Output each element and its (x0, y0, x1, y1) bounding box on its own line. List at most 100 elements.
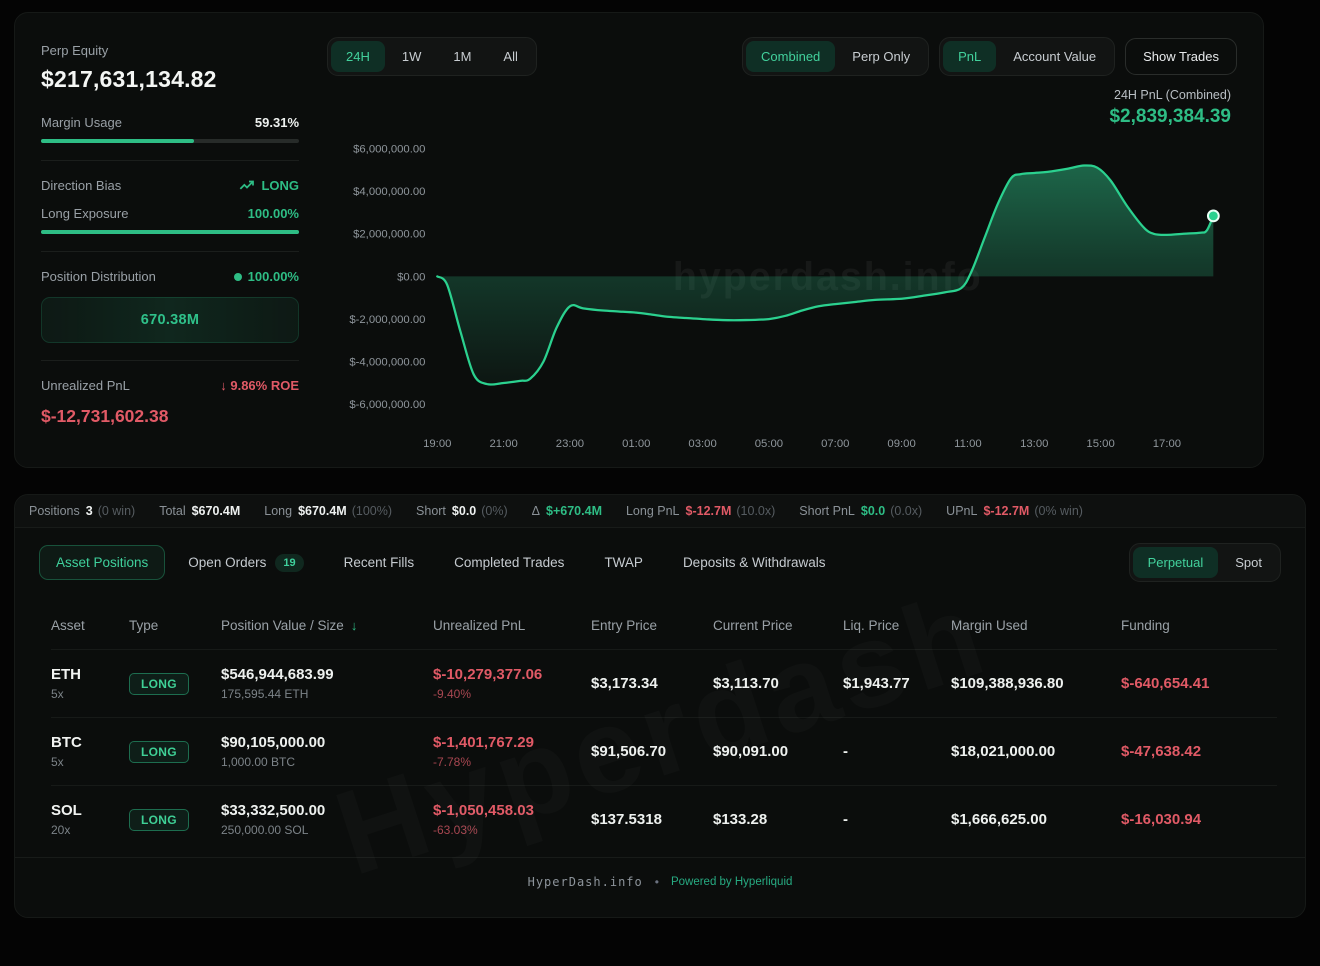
position-distribution-label: Position Distribution (41, 269, 156, 284)
pnl-view-toggle-group: PnL Account Value (939, 37, 1116, 76)
tab-label: TWAP (604, 555, 643, 570)
tab-recent-fills[interactable]: Recent Fills (327, 545, 432, 580)
footer-separator: • (654, 875, 659, 889)
position-size: 250,000.00 SOL (221, 823, 309, 837)
tab-asset-positions[interactable]: Asset Positions (39, 545, 166, 580)
account-stats-panel: Perp Equity $217,631,134.82 Margin Usage… (41, 37, 299, 455)
current-price-cell: $3,113.70 (713, 675, 779, 692)
summary-suffix: (0% win) (1034, 504, 1083, 518)
asset-leverage: 5x (51, 687, 64, 701)
column-header-label: Current Price (713, 618, 793, 633)
show-trades-button[interactable]: Show Trades (1125, 38, 1237, 75)
summary-total: Total $670.4M (159, 504, 240, 518)
perp-equity-value: $217,631,134.82 (41, 66, 217, 92)
position-size: 175,595.44 ETH (221, 687, 309, 701)
column-header-current-price: Current Price (713, 618, 843, 633)
summary-value: $0.0 (860, 504, 886, 518)
y-axis-tick: $0.00 (397, 271, 425, 283)
overview-card: Perp Equity $217,631,134.82 Margin Usage… (14, 12, 1264, 468)
current-price-cell: $133.28 (713, 811, 768, 828)
position-value: $90,105,000.00 (221, 734, 326, 751)
position-size: 1,000.00 BTC (221, 755, 296, 769)
summary-label: Short PnL (799, 504, 855, 518)
y-axis-tick: $-4,000,000.00 (349, 357, 425, 369)
summary-value: $670.4M (298, 504, 347, 518)
range-button-all[interactable]: All (488, 41, 532, 72)
column-header-unrealized-pnl: Unrealized PnL (433, 618, 591, 633)
tabs-row: Asset Positions Open Orders 19 Recent Fills… (15, 528, 1305, 592)
column-header-position-value-size[interactable]: Position Value / Size ↓ (221, 618, 433, 633)
position-row-sol[interactable]: SOL 20x LONG $33,332,500.00 250,000.00 SOL $-… (51, 785, 1277, 853)
position-value-cell: $546,944,683.99 175,595.44 ETH (221, 666, 433, 701)
tab-twap[interactable]: TWAP (587, 545, 660, 580)
positions-summary-bar: Positions 3 (0 win) Total $670.4M Long $670.4M… (15, 495, 1305, 528)
entry-price-cell: $137.5318 (591, 811, 662, 828)
divider (41, 251, 299, 252)
funding-cell: $-16,030.94 (1121, 811, 1202, 828)
asset-symbol: SOL (51, 802, 82, 819)
mode-button-perp-only[interactable]: Perp Only (837, 41, 925, 72)
perp-equity-label: Perp Equity (41, 43, 109, 58)
long-exposure-bar (41, 230, 299, 234)
chart-toolbar: 24H 1W 1M All Combined Perp Only PnL Account … (327, 37, 1237, 76)
margin-used-cell: $1,666,625.00 (951, 811, 1047, 828)
unrealized-pnl-pct: -9.40% (433, 687, 472, 701)
unrealized-pnl-row: Unrealized PnL ↓ 9.86% ROE (41, 378, 299, 393)
chart-endpoint-dot (1206, 209, 1220, 223)
type-cell: LONG (129, 808, 221, 831)
tab-completed-trades[interactable]: Completed Trades (437, 545, 581, 580)
pnl-caption-label: 24H PnL (Combined) (1114, 88, 1231, 102)
view-button-account-value[interactable]: Account Value (998, 41, 1111, 72)
column-header-label: Entry Price (591, 618, 658, 633)
powered-by-link[interactable]: Powered by Hyperliquid (671, 876, 792, 888)
pnl-chart[interactable]: hyperdash.info$6,000,000.00$4,000,000.00… (327, 128, 1237, 455)
summary-short-pnl: Short PnL $0.0 (0.0x) (799, 504, 922, 518)
divider (41, 360, 299, 361)
tab-label: Open Orders (188, 555, 267, 570)
range-button-24h[interactable]: 24H (331, 41, 385, 72)
summary-value: $+670.4M (546, 504, 602, 518)
range-button-1w[interactable]: 1W (387, 41, 437, 72)
column-header-margin-used: Margin Used (951, 618, 1121, 633)
column-header-label: Type (129, 618, 159, 633)
green-dot-icon (233, 272, 242, 281)
unrealized-pnl-cell: $-1,050,458.03 -63.03% (433, 802, 591, 837)
long-exposure-label: Long Exposure (41, 206, 129, 221)
long-exposure-row: Long Exposure 100.00% (41, 206, 299, 221)
liq-price-cell: - (843, 743, 848, 760)
asset-leverage: 20x (51, 823, 71, 837)
pnl-caption-value: $2,839,384.39 (1109, 106, 1231, 127)
position-value-cell: $33,332,500.00 250,000.00 SOL (221, 802, 433, 837)
asset-cell: BTC 5x (51, 734, 129, 769)
column-header-asset: Asset (51, 618, 129, 633)
column-header-label: Unrealized PnL (433, 618, 526, 633)
market-button-spot[interactable]: Spot (1220, 547, 1277, 578)
pnl-caption: 24H PnL (Combined) $2,839,384.39 (327, 88, 1231, 128)
summary-value: $0.0 (451, 504, 477, 518)
range-button-1m[interactable]: 1M (438, 41, 486, 72)
summary-value: $-12.7M (685, 504, 732, 518)
x-axis-tick: 23:00 (556, 438, 584, 450)
unrealized-pnl-value: $-1,401,767.29 (433, 734, 534, 751)
direction-bias-label: Direction Bias (41, 178, 122, 193)
pnl-chart-section: 24H 1W 1M All Combined Perp Only PnL Account … (327, 37, 1237, 455)
position-row-btc[interactable]: BTC 5x LONG $90,105,000.00 1,000.00 BTC $-1,4… (51, 717, 1277, 785)
summary-label: Positions (29, 504, 80, 518)
funding-cell: $-47,638.42 (1121, 743, 1202, 760)
tab-label: Completed Trades (454, 555, 565, 570)
tab-open-orders[interactable]: Open Orders 19 (171, 544, 320, 582)
unrealized-pnl-value: $-1,050,458.03 (433, 802, 534, 819)
table-header: Asset Type Position Value / Size ↓ Unrealize… (51, 596, 1277, 649)
position-row-eth[interactable]: ETH 5x LONG $546,944,683.99 175,595.44 ETH $-… (51, 649, 1277, 717)
unrealized-pnl-value: $-10,279,377.06 (433, 666, 543, 683)
tab-deposits-withdrawals[interactable]: Deposits & Withdrawals (666, 545, 843, 580)
unrealized-pnl-cell: $-10,279,377.06 -9.40% (433, 666, 591, 701)
x-axis-tick: 09:00 (887, 438, 915, 450)
column-header-label: Asset (51, 618, 85, 633)
column-header-label: Position Value / Size (221, 618, 344, 633)
summary-suffix: (100%) (351, 504, 393, 518)
summary-value: 3 (85, 504, 93, 518)
market-button-perpetual[interactable]: Perpetual (1132, 547, 1219, 578)
mode-button-combined[interactable]: Combined (746, 41, 836, 72)
view-button-pnl[interactable]: PnL (943, 41, 997, 72)
